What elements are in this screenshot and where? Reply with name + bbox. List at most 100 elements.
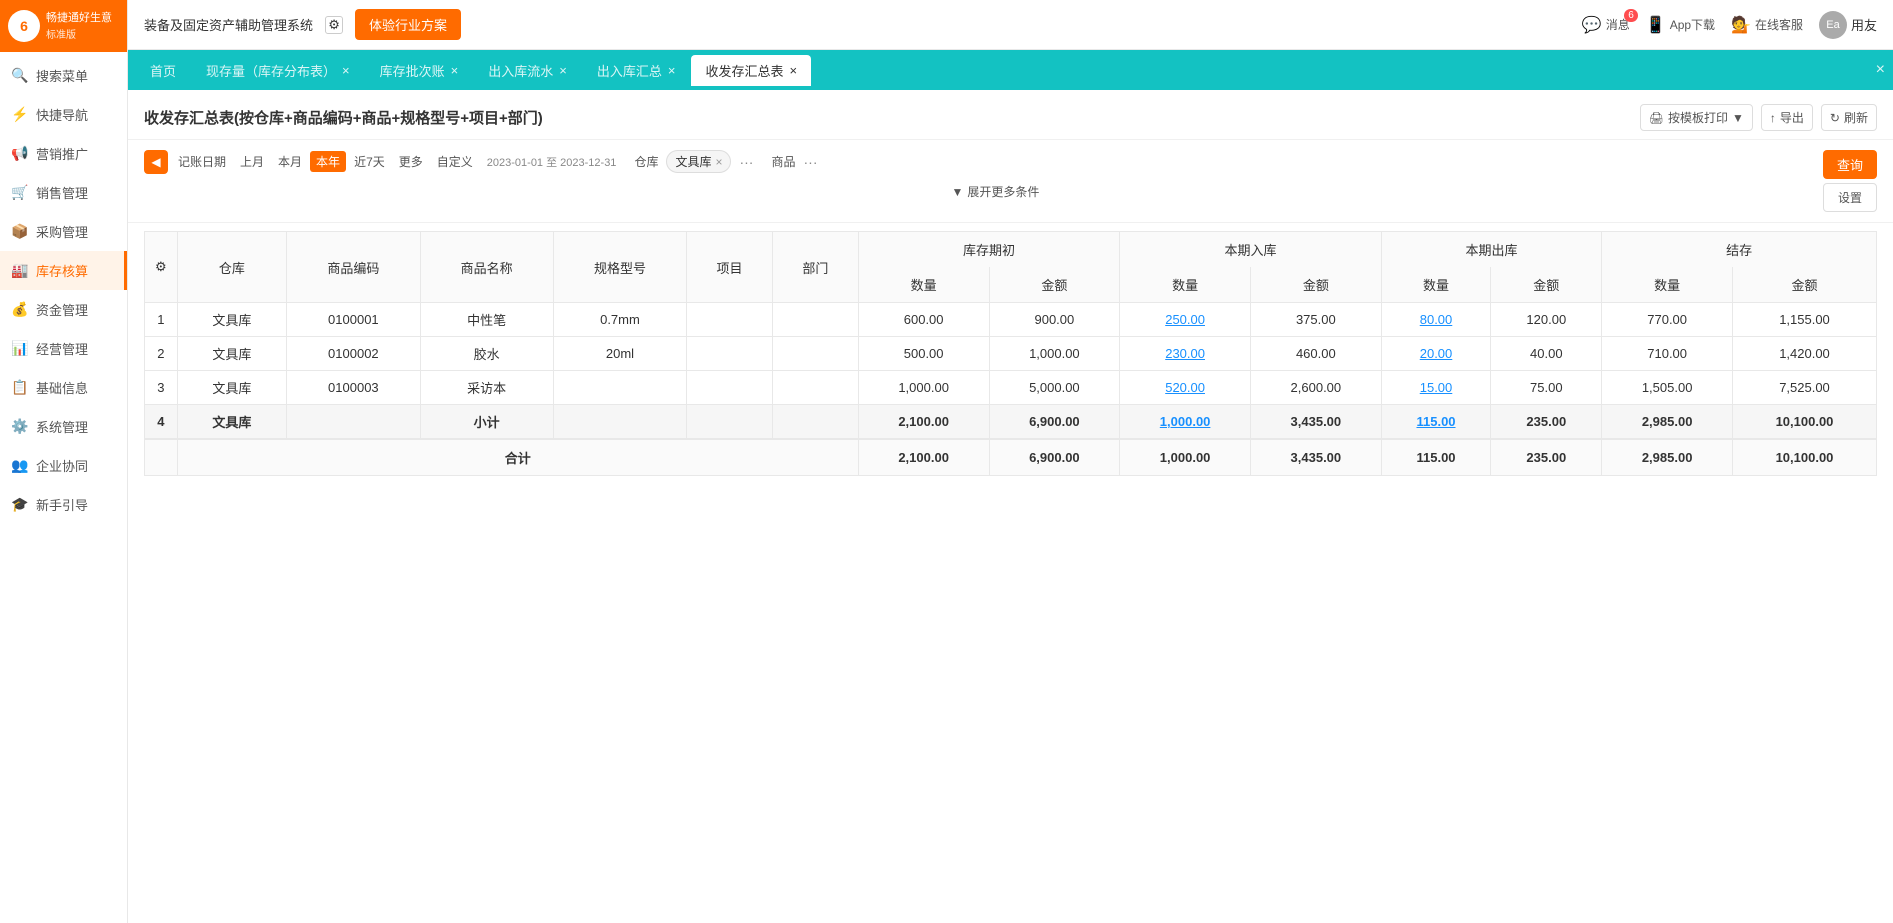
footer-opening-qty: 2,100.00 <box>858 439 989 476</box>
tab-close-in-out-flow[interactable]: × <box>559 64 567 77</box>
goods-filter-more[interactable]: ··· <box>804 154 818 170</box>
row-in-qty-link[interactable]: 520.00 <box>1165 380 1205 395</box>
refresh-btn[interactable]: ↻ 刷新 <box>1821 104 1877 131</box>
row-in-qty[interactable]: 230.00 <box>1120 337 1251 371</box>
tab-stock-dist[interactable]: 现存量（库存分布表） × <box>192 55 364 86</box>
tab-recv-send-summary[interactable]: 收发存汇总表 × <box>691 55 811 86</box>
row-out-qty[interactable]: 115.00 <box>1381 405 1491 440</box>
sidebar-nav: 🔍 搜索菜单 ⚡ 快捷导航 📢 营销推广 🛒 销售管理 📦 采购管理 🏭 库存核… <box>0 52 127 923</box>
row-out-qty-link[interactable]: 80.00 <box>1420 312 1453 327</box>
warehouse-tag-close[interactable]: × <box>715 155 722 169</box>
tab-close-in-out-summary[interactable]: × <box>668 64 676 77</box>
date-btn-7-days[interactable]: 近7天 <box>348 151 391 172</box>
row-in-qty[interactable]: 1,000.00 <box>1120 405 1251 440</box>
purchase-icon: 📦 <box>12 224 28 240</box>
date-btn-last-month[interactable]: 上月 <box>234 151 270 172</box>
row-project <box>687 405 773 440</box>
tab-home[interactable]: 首页 <box>136 55 190 86</box>
app-download-action[interactable]: 📱 App下载 <box>1646 15 1715 35</box>
tab-close-recv-send[interactable]: × <box>789 64 797 77</box>
row-out-qty[interactable]: 15.00 <box>1381 371 1491 405</box>
sidebar-item-search[interactable]: 🔍 搜索菜单 <box>0 56 127 95</box>
sidebar-item-collab[interactable]: 👥 企业协同 <box>0 446 127 485</box>
sales-icon: 🛒 <box>12 185 28 201</box>
user-label: 用友 <box>1851 15 1877 34</box>
page-container: 收发存汇总表(按仓库+商品编码+商品+规格型号+项目+部门) 🖨 按模板打印 ▼… <box>128 90 1893 923</box>
col-warehouse-header: 仓库 <box>177 232 287 303</box>
date-btn-this-year[interactable]: 本年 <box>310 151 346 172</box>
row-end-qty: 1,505.00 <box>1602 371 1733 405</box>
row-in-qty-link[interactable]: 1,000.00 <box>1160 414 1211 429</box>
online-service-action[interactable]: 💁 在线客服 <box>1731 15 1803 35</box>
row-in-qty-link[interactable]: 230.00 <box>1165 346 1205 361</box>
row-in-qty[interactable]: 250.00 <box>1120 303 1251 337</box>
col-period-in-header: 本期入库 <box>1120 232 1381 268</box>
sidebar-item-quick-nav[interactable]: ⚡ 快捷导航 <box>0 95 127 134</box>
sidebar-logo: 6 畅捷通好生意 标准版 <box>0 0 127 52</box>
sidebar-item-marketing[interactable]: 📢 营销推广 <box>0 134 127 173</box>
row-out-amt: 75.00 <box>1491 371 1602 405</box>
row-in-amt: 3,435.00 <box>1250 405 1381 440</box>
date-buttons: 上月 本月 本年 近7天 更多 自定义 <box>234 151 479 172</box>
system-settings-icon[interactable]: ⚙ <box>325 16 343 34</box>
date-btn-more[interactable]: 更多 <box>393 151 429 172</box>
row-dept <box>772 405 858 440</box>
tab-home-label: 首页 <box>150 61 176 80</box>
filter-collapse-btn[interactable]: ◀ <box>144 150 168 174</box>
table-settings-icon[interactable]: ⚙ <box>155 259 167 274</box>
message-action[interactable]: 💬 消息 6 <box>1582 15 1630 35</box>
row-out-qty[interactable]: 80.00 <box>1381 303 1491 337</box>
row-goods-name: 采访本 <box>420 371 553 405</box>
user-area[interactable]: Ea 用友 <box>1819 11 1877 39</box>
table-row: 1文具库0100001中性笔0.7mm600.00900.00250.00375… <box>145 303 1877 337</box>
row-goods-spec <box>553 371 686 405</box>
tab-label: 出入库汇总 <box>597 61 662 80</box>
summary-table: ⚙ 仓库 商品编码 商品名称 规格型号 项目 部门 库存期初 本期入库 本期出库… <box>144 231 1877 476</box>
row-out-qty[interactable]: 20.00 <box>1381 337 1491 371</box>
query-btn[interactable]: 查询 <box>1823 150 1877 179</box>
sidebar-item-operations[interactable]: 📊 经营管理 <box>0 329 127 368</box>
export-btn[interactable]: ↑ 导出 <box>1761 104 1813 131</box>
row-project <box>687 303 773 337</box>
expand-more-btn[interactable]: ▼ 展开更多条件 <box>952 179 1040 204</box>
message-icon: 💬 <box>1582 15 1602 35</box>
row-in-qty-link[interactable]: 250.00 <box>1165 312 1205 327</box>
row-in-qty[interactable]: 520.00 <box>1120 371 1251 405</box>
tab-close-batch-ledger[interactable]: × <box>451 64 459 77</box>
sidebar-item-sales[interactable]: 🛒 销售管理 <box>0 173 127 212</box>
warehouse-filter-tag: 文具库 × <box>666 150 731 173</box>
sidebar-item-system[interactable]: ⚙️ 系统管理 <box>0 407 127 446</box>
date-btn-this-month[interactable]: 本月 <box>272 151 308 172</box>
row-out-qty-link[interactable]: 15.00 <box>1420 380 1453 395</box>
col-opening-amt: 金额 <box>989 267 1120 303</box>
sidebar-item-assets[interactable]: 💰 资金管理 <box>0 290 127 329</box>
row-opening-amt: 1,000.00 <box>989 337 1120 371</box>
warehouse-filter-more[interactable]: ··· <box>739 154 753 170</box>
trial-btn[interactable]: 体验行业方案 <box>355 9 461 40</box>
row-goods-spec: 0.7mm <box>553 303 686 337</box>
row-out-qty-link[interactable]: 20.00 <box>1420 346 1453 361</box>
sidebar-item-purchase[interactable]: 📦 采购管理 <box>0 212 127 251</box>
logo-icon: 6 <box>8 10 40 42</box>
warehouse-tag-text: 文具库 <box>675 153 711 170</box>
col-opening-qty: 数量 <box>858 267 989 303</box>
sidebar-item-base-info[interactable]: 📋 基础信息 <box>0 368 127 407</box>
settings-btn[interactable]: 设置 <box>1823 183 1877 212</box>
tab-close-stock-dist[interactable]: × <box>342 64 350 77</box>
col-end-balance-header: 结存 <box>1602 232 1877 268</box>
row-end-amt: 10,100.00 <box>1733 405 1877 440</box>
goods-filter-label: 商品 <box>771 153 795 170</box>
close-all-tabs[interactable]: × <box>1876 61 1885 79</box>
sidebar-item-label: 营销推广 <box>36 144 88 163</box>
sidebar-item-guide[interactable]: 🎓 新手引导 <box>0 485 127 524</box>
main-area: 装备及固定资产辅助管理系统 ⚙ 体验行业方案 💬 消息 6 📱 App下载 💁 … <box>128 0 1893 923</box>
row-out-qty-link[interactable]: 115.00 <box>1416 414 1455 429</box>
tab-in-out-summary[interactable]: 出入库汇总 × <box>583 55 690 86</box>
row-end-qty: 710.00 <box>1602 337 1733 371</box>
date-btn-custom[interactable]: 自定义 <box>431 151 479 172</box>
row-opening-amt: 6,900.00 <box>989 405 1120 440</box>
tab-batch-ledger[interactable]: 库存批次账 × <box>366 55 473 86</box>
print-btn[interactable]: 🖨 按模板打印 ▼ <box>1640 104 1753 131</box>
sidebar-item-inventory[interactable]: 🏭 库存核算 <box>0 251 127 290</box>
tab-in-out-flow[interactable]: 出入库流水 × <box>474 55 581 86</box>
